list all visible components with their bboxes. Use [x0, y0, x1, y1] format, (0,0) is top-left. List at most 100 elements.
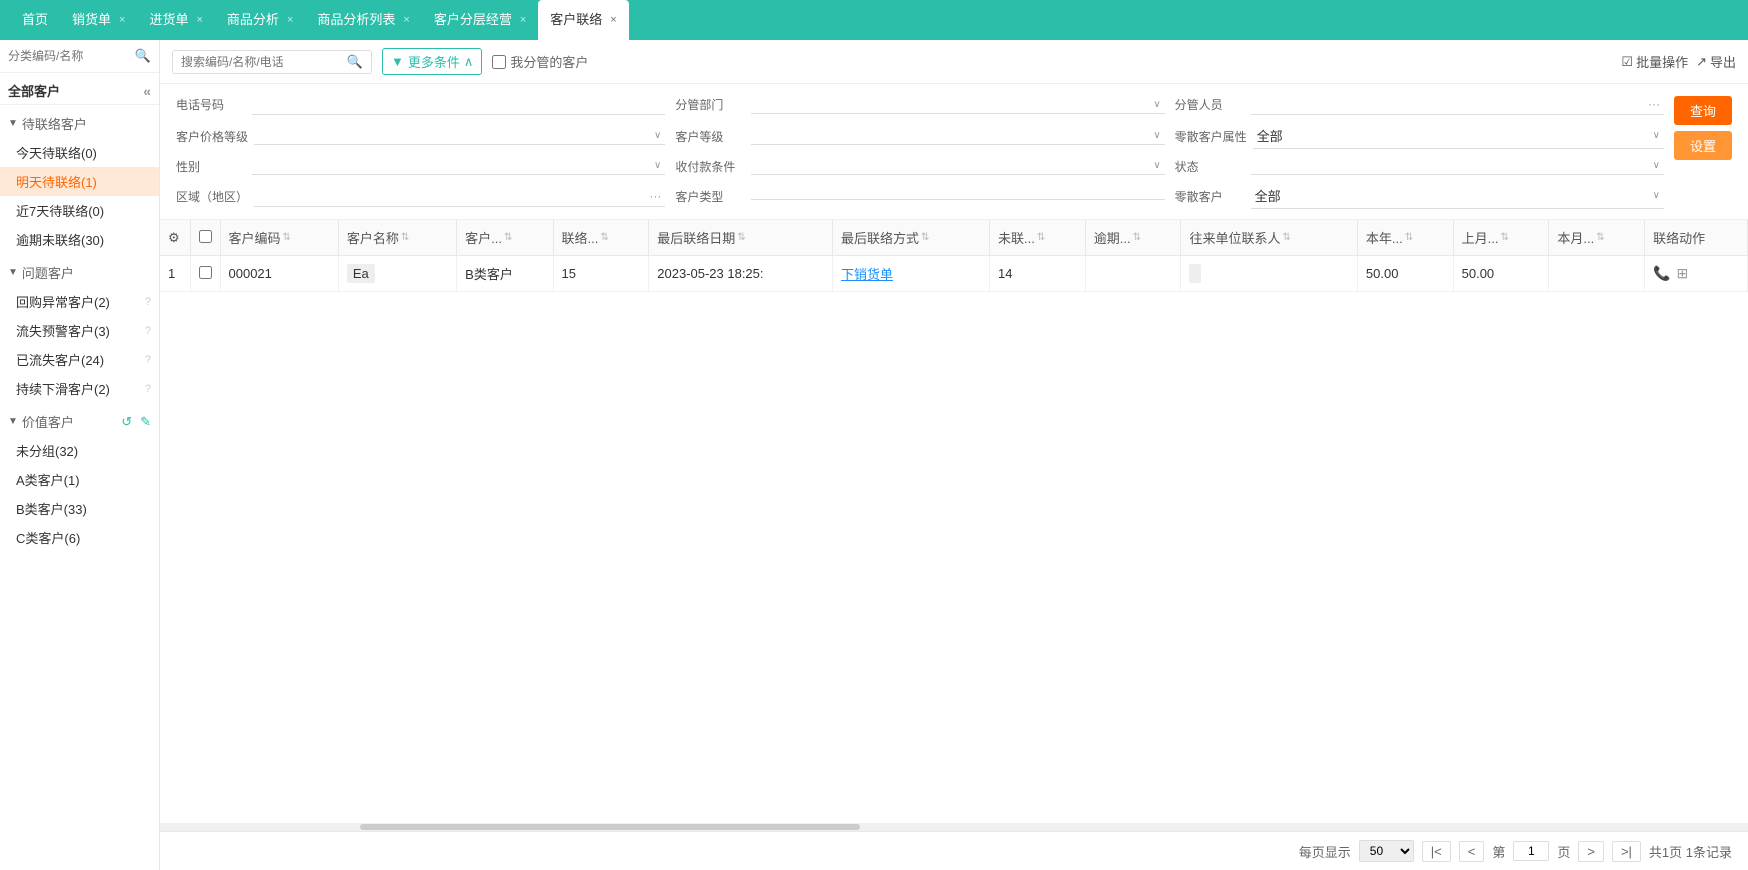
table-header-row: ⚙ 客户编码⇅ 客户名称⇅ 客户...⇅ 联络...⇅ 最后联络日期⇅ 最后联络… [160, 220, 1748, 256]
sidebar-item-today-pending[interactable]: 今天待联络(0) [0, 138, 159, 167]
sidebar-item-a-class[interactable]: A类客户(1) [0, 465, 159, 494]
payment-chevron-icon: ∨ [1153, 160, 1160, 171]
filter-payment: 收付款条件 ∨ [675, 157, 1164, 175]
customer-type-select[interactable] [751, 193, 1164, 200]
th-company-contact: 往来单位联系人⇅ [1181, 220, 1357, 256]
last-method-link[interactable]: 下销货单 [841, 267, 893, 282]
nav-close-customer-contact[interactable]: × [610, 0, 616, 40]
pending-arrow-icon: ▼ [8, 118, 18, 129]
sidebar-search-input[interactable] [8, 49, 135, 63]
my-customers-filter[interactable]: 我分管的客户 [492, 52, 588, 71]
page-size-select[interactable]: 50 100 [1359, 840, 1414, 862]
my-customers-checkbox[interactable] [492, 55, 506, 69]
manager-dots[interactable]: ··· [1648, 97, 1660, 111]
payment-select[interactable]: ∨ [751, 157, 1164, 175]
phone-input[interactable] [252, 94, 665, 115]
td-type: B类客户 [457, 256, 553, 292]
filter-dept: 分管部门 ∨ [675, 96, 1164, 114]
sidebar-item-churn-warning[interactable]: 流失预警客户(3) ? [0, 316, 159, 345]
manager-select[interactable]: ··· [1251, 94, 1664, 115]
retail-attr-select[interactable]: 全部 ∨ [1253, 123, 1664, 149]
nav-close-customer-stratify[interactable]: × [520, 0, 526, 40]
nav-purchase[interactable]: 进货单 × [137, 0, 214, 40]
prev-page-btn[interactable]: < [1459, 841, 1485, 862]
sort-not-contacted-icon[interactable]: ⇅ [1037, 232, 1045, 243]
dept-select[interactable]: ∨ [751, 96, 1164, 114]
sort-company-contact-icon[interactable]: ⇅ [1282, 232, 1290, 243]
sidebar-item-churned[interactable]: 已流失客户(24) ? [0, 345, 159, 374]
main-search-icon[interactable]: 🔍 [347, 54, 363, 70]
value-edit-icon[interactable]: ✎ [140, 414, 151, 430]
sort-name-icon[interactable]: ⇅ [401, 232, 409, 243]
select-all-checkbox[interactable] [199, 230, 212, 243]
customer-grade-select[interactable]: ∨ [751, 127, 1164, 145]
nav-customer-contact[interactable]: 客户联络 × [538, 0, 628, 40]
sort-last-date-icon[interactable]: ⇅ [737, 232, 745, 243]
sort-overdue-icon[interactable]: ⇅ [1133, 232, 1141, 243]
nav-product-analysis[interactable]: 商品分析 × [215, 0, 305, 40]
th-not-contacted: 未联...⇅ [990, 220, 1086, 256]
retail-customer-select[interactable]: 全部 ∨ [1251, 183, 1664, 209]
nav-close-sales[interactable]: × [119, 0, 125, 40]
first-page-btn[interactable]: |< [1422, 841, 1451, 862]
reset-button[interactable]: 设置 [1674, 131, 1732, 160]
nav-close-product-analysis[interactable]: × [287, 0, 293, 40]
nav-home[interactable]: 首页 [10, 0, 60, 40]
area-dots[interactable]: ··· [649, 189, 661, 203]
nav-product-analysis-list[interactable]: 商品分析列表 × [305, 0, 421, 40]
batch-btn[interactable]: ☑ 批量操作 [1621, 52, 1688, 71]
sidebar-item-7days-pending[interactable]: 近7天待联络(0) [0, 196, 159, 225]
nav-customer-stratify[interactable]: 客户分层经营 × [422, 0, 538, 40]
query-button[interactable]: 查询 [1674, 96, 1732, 125]
td-contact: 15 [553, 256, 649, 292]
sidebar-item-c-class[interactable]: C类客户(6) [0, 523, 159, 552]
sort-type-icon[interactable]: ⇅ [504, 232, 512, 243]
sort-code-icon[interactable]: ⇅ [283, 232, 291, 243]
nav-close-product-analysis-list[interactable]: × [403, 0, 409, 40]
row-checkbox[interactable] [199, 266, 212, 279]
th-code: 客户编码⇅ [220, 220, 338, 256]
sort-this-month-icon[interactable]: ⇅ [1596, 232, 1604, 243]
sidebar-item-overdue-pending[interactable]: 逾期未联络(30) [0, 225, 159, 254]
collapse-btn[interactable]: « [143, 83, 151, 99]
nav-sales[interactable]: 销货单 × [60, 0, 137, 40]
scrollbar-thumb[interactable] [360, 824, 860, 830]
sidebar-item-ungrouped[interactable]: 未分组(32) [0, 436, 159, 465]
area-select[interactable]: ··· [254, 186, 665, 207]
sidebar-search-icon[interactable]: 🔍 [135, 48, 151, 64]
sort-contact-icon[interactable]: ⇅ [600, 232, 608, 243]
filter-customer-grade: 客户等级 ∨ [675, 127, 1164, 145]
filter-phone: 电话号码 [176, 94, 665, 115]
sidebar-item-tomorrow-pending[interactable]: 明天待联络(1) [0, 167, 159, 196]
sort-last-method-icon[interactable]: ⇅ [921, 232, 929, 243]
phone-action-icon[interactable]: 📞 [1653, 265, 1670, 282]
th-settings[interactable]: ⚙ [160, 220, 190, 256]
sort-this-year-icon[interactable]: ⇅ [1405, 232, 1413, 243]
pending-section-title[interactable]: ▼ 待联络客户 [0, 109, 159, 138]
last-page-btn[interactable]: >| [1612, 841, 1641, 862]
export-btn[interactable]: ↗ 导出 [1696, 52, 1736, 71]
page-input[interactable] [1513, 841, 1549, 861]
status-select[interactable]: ∨ [1251, 157, 1664, 175]
next-page-btn[interactable]: > [1578, 841, 1604, 862]
td-company-contact [1181, 256, 1357, 292]
sidebar-item-repurchase-abnormal[interactable]: 回购异常客户(2) ? [0, 287, 159, 316]
gender-select[interactable]: ∨ [252, 157, 665, 175]
grid-action-icon[interactable]: ⊞ [1677, 265, 1689, 282]
sidebar-item-b-class[interactable]: B类客户(33) [0, 494, 159, 523]
value-section-title[interactable]: ▼ 价值客户 ↺ ✎ [0, 407, 159, 436]
td-not-contacted: 14 [990, 256, 1086, 292]
sort-last-month-icon[interactable]: ⇅ [1500, 232, 1508, 243]
more-filter-btn[interactable]: ▼ 更多条件 ∧ [382, 48, 482, 75]
horizontal-scrollbar[interactable] [160, 823, 1748, 831]
nav-close-purchase[interactable]: × [196, 0, 202, 40]
page-suffix: 页 [1557, 842, 1570, 861]
main-search-input[interactable] [181, 55, 347, 69]
problem-section-title[interactable]: ▼ 问题客户 [0, 258, 159, 287]
help-icon-repurchase: ? [145, 296, 151, 308]
retail-attr-chevron-icon: ∨ [1653, 130, 1660, 141]
value-refresh-icon[interactable]: ↺ [121, 414, 132, 430]
dept-chevron-icon: ∨ [1153, 99, 1160, 110]
sidebar-item-declining[interactable]: 持续下滑客户(2) ? [0, 374, 159, 403]
price-grade-select[interactable]: ∨ [254, 127, 665, 145]
